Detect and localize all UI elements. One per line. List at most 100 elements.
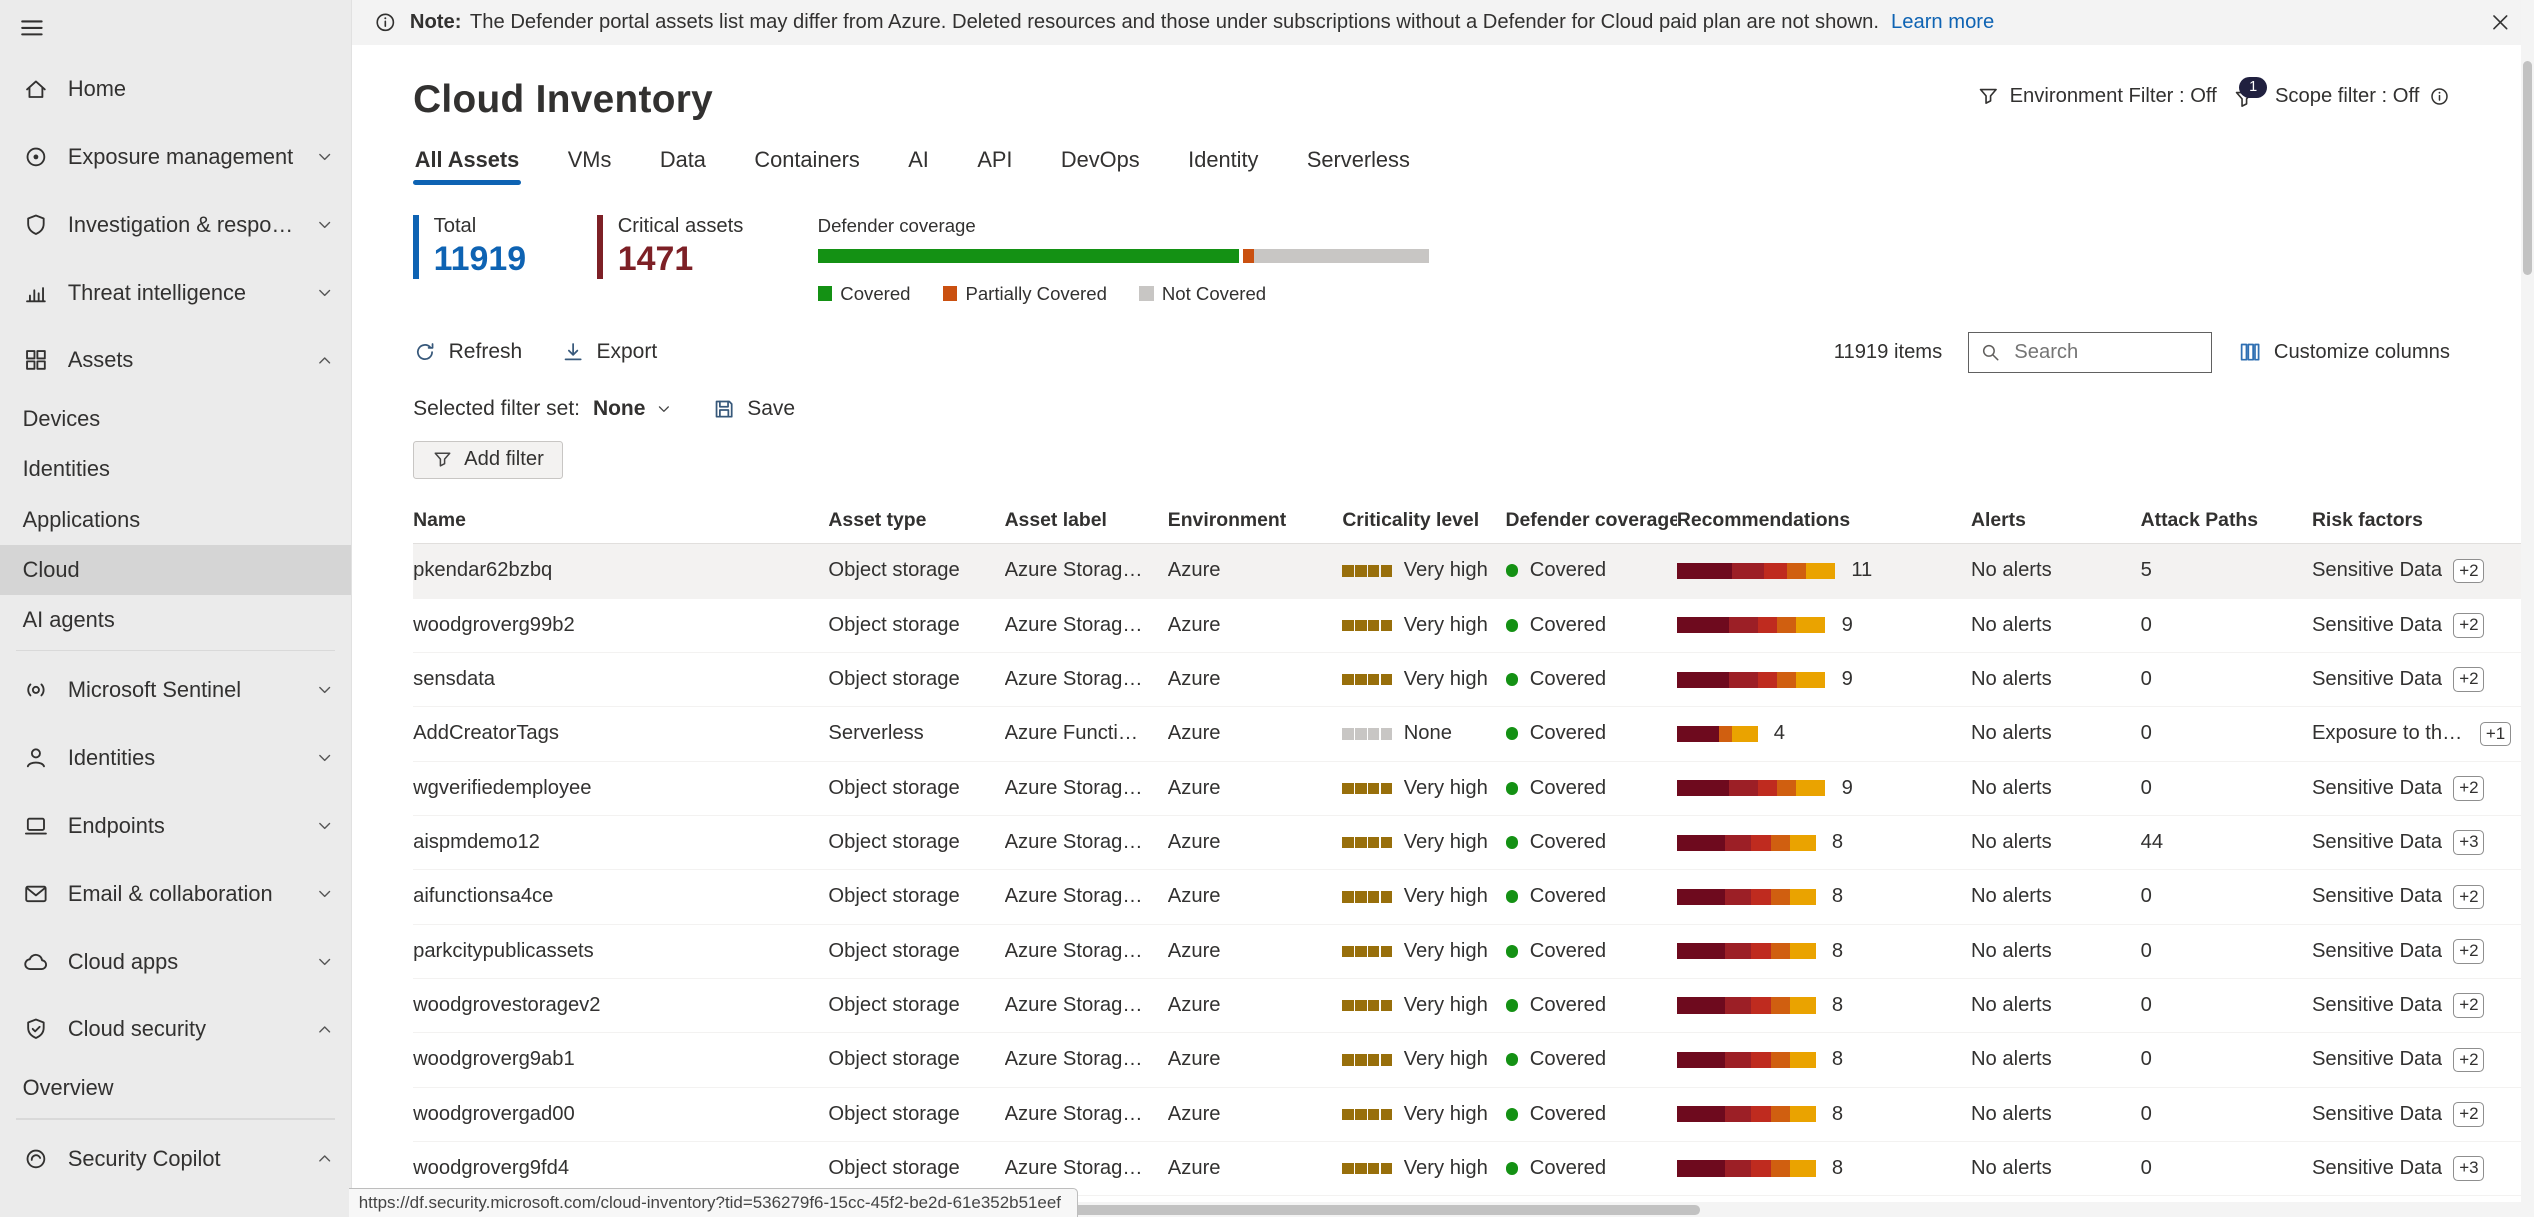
asset-name[interactable]: aispmdemo12 (413, 831, 540, 854)
sidebar-item-exposure-management[interactable]: Exposure management (0, 123, 351, 191)
vertical-scrollbar[interactable] (2521, 0, 2534, 1217)
sidebar-item-threat-intelligence[interactable]: Threat intelligence (0, 259, 351, 327)
asset-name[interactable]: aifunctionsa4ce (413, 885, 553, 908)
export-button[interactable]: Export (561, 340, 657, 364)
table-row[interactable]: woodgrovestoragev2Object storageAzure St… (413, 979, 2534, 1033)
cell-alerts: No alerts (1971, 994, 2141, 1017)
refresh-button[interactable]: Refresh (413, 340, 522, 364)
recommendations-segment (1790, 943, 1816, 959)
sidebar-item-security-copilot[interactable]: Security Copilot (0, 1125, 351, 1193)
sidebar-subitem-applications[interactable]: Applications (0, 495, 351, 545)
sidebar-item-cloud-security[interactable]: Cloud security (0, 995, 351, 1063)
risk_factors-badge[interactable]: +2 (2453, 939, 2484, 964)
menu-toggle[interactable] (0, 0, 351, 55)
tab-devops[interactable]: DevOps (1059, 141, 1141, 190)
scope-filter-button[interactable]: Scope filter : Off (2275, 85, 2450, 108)
table-row[interactable]: aispmdemo12Object storageAzure Storage a… (413, 816, 2534, 870)
cell-risk_factors: Sensitive Data+2 (2312, 885, 2534, 910)
export-label: Export (597, 340, 658, 364)
column-header-asset_label[interactable]: Asset label (1005, 509, 1168, 532)
asset-name[interactable]: sensdata (413, 668, 495, 691)
sidebar-item-cloud-apps[interactable]: Cloud apps (0, 928, 351, 996)
cell-alerts: No alerts (1971, 668, 2141, 691)
sidebar-item-investigation-response[interactable]: Investigation & response (0, 191, 351, 259)
sidebar-item-assets[interactable]: Assets (0, 326, 351, 394)
table-row[interactable]: woodgroverg9ab1Object storageAzure Stora… (413, 1033, 2534, 1087)
recommendations-count: 9 (1842, 777, 1853, 800)
risk_factors-badge[interactable]: +3 (2453, 830, 2484, 855)
column-header-coverage[interactable]: Defender coverage (1506, 509, 1677, 532)
tab-data[interactable]: Data (658, 141, 707, 190)
table-row[interactable]: pkendar62bzbqObject storageAzure Storage… (413, 544, 2534, 598)
table-row[interactable]: parkcitypublicassetsObject storageAzure … (413, 925, 2534, 979)
criticality-square (1355, 1163, 1366, 1174)
risk_factors-badge[interactable]: +3 (2453, 1156, 2484, 1181)
sidebar-item-microsoft-sentinel[interactable]: Microsoft Sentinel (0, 656, 351, 724)
asset-name[interactable]: woodgroverg99b2 (413, 614, 575, 637)
asset-name[interactable]: parkcitypublicassets (413, 940, 594, 963)
vertical-scroll-thumb[interactable] (2523, 61, 2533, 274)
risk_factors-badge[interactable]: +1 (2480, 722, 2511, 747)
tab-api[interactable]: API (976, 141, 1014, 190)
column-header-asset_type[interactable]: Asset type (828, 509, 1004, 532)
risk_factors-badge[interactable]: +2 (2453, 1048, 2484, 1073)
table-row[interactable]: woodgrovergad00Object storageAzure Stora… (413, 1088, 2534, 1142)
tab-vms[interactable]: VMs (566, 141, 613, 190)
add-filter-button[interactable]: Add filter (413, 441, 563, 479)
sidebar-subitem-devices[interactable]: Devices (0, 394, 351, 444)
column-header-attack_paths[interactable]: Attack Paths (2141, 509, 2312, 532)
asset-name[interactable]: woodgrovergad00 (413, 1103, 575, 1126)
customize-columns-button[interactable]: Customize columns (2238, 340, 2450, 364)
filter-set-dropdown[interactable]: None (593, 397, 673, 421)
table-row[interactable]: sensdataObject storageAzure Storage acco… (413, 653, 2534, 707)
sidebar-subitem-cloud[interactable]: Cloud (0, 545, 351, 595)
sidebar-subitem-ai-agents[interactable]: AI agents (0, 595, 351, 645)
risk_factors-badge[interactable]: +2 (2453, 993, 2484, 1018)
table-row[interactable]: AddCreatorTagsServerlessAzure Function A… (413, 707, 2534, 761)
close-icon[interactable] (2489, 11, 2512, 34)
column-header-recommendations[interactable]: Recommendations (1677, 509, 1971, 532)
attack_paths-value: 0 (2141, 940, 2152, 963)
recommendations-count: 8 (1832, 940, 1843, 963)
save-button[interactable]: Save (712, 397, 795, 421)
tab-serverless[interactable]: Serverless (1305, 141, 1411, 190)
asset-name[interactable]: woodgrovestoragev2 (413, 994, 600, 1017)
home-icon (23, 76, 49, 102)
column-header-environment[interactable]: Environment (1168, 509, 1343, 532)
filter-badge-button[interactable]: 1 (2233, 83, 2259, 109)
asset-name[interactable]: wgverifiedemployee (413, 777, 591, 800)
table-row[interactable]: wgverifiedemployeeObject storageAzure St… (413, 762, 2534, 816)
asset-name[interactable]: AddCreatorTags (413, 722, 559, 745)
table-row[interactable]: woodgroverg99b2Object storageAzure Stora… (413, 599, 2534, 653)
column-header-risk_factors[interactable]: Risk factors (2312, 509, 2534, 532)
risk_factors-badge[interactable]: +2 (2453, 885, 2484, 910)
cell-coverage: Covered (1506, 994, 1677, 1017)
search-input[interactable] (2011, 339, 2200, 365)
sidebar-item-home[interactable]: Home (0, 55, 351, 123)
recommendations-segment (1677, 563, 1732, 579)
column-header-alerts[interactable]: Alerts (1971, 509, 2141, 532)
sidebar-subitem-overview[interactable]: Overview (0, 1063, 351, 1113)
tab-all-assets[interactable]: All Assets (413, 141, 521, 190)
environment-filter-button[interactable]: Environment Filter : Off (1977, 85, 2217, 108)
learn-more-link[interactable]: Learn more (1891, 11, 1994, 33)
cell-name: AddCreatorTags (413, 722, 828, 745)
asset-name[interactable]: pkendar62bzbq (413, 559, 552, 582)
column-header-criticality[interactable]: Criticality level (1342, 509, 1505, 532)
risk_factors-badge[interactable]: +2 (2453, 667, 2484, 692)
asset-name[interactable]: woodgroverg9fd4 (413, 1157, 569, 1180)
tab-ai[interactable]: AI (907, 141, 931, 190)
table-row[interactable]: aifunctionsa4ceObject storageAzure Stora… (413, 870, 2534, 924)
sidebar-item-identities[interactable]: Identities (0, 724, 351, 792)
asset-name[interactable]: woodgroverg9ab1 (413, 1048, 575, 1071)
risk_factors-badge[interactable]: +2 (2453, 776, 2484, 801)
tab-identity[interactable]: Identity (1187, 141, 1261, 190)
sidebar-item-email-collaboration[interactable]: Email & collaboration (0, 860, 351, 928)
column-header-name[interactable]: Name (413, 509, 828, 532)
tab-containers[interactable]: Containers (753, 141, 862, 190)
risk_factors-badge[interactable]: +2 (2453, 613, 2484, 638)
sidebar-subitem-identities[interactable]: Identities (0, 444, 351, 494)
sidebar-item-endpoints[interactable]: Endpoints (0, 792, 351, 860)
risk_factors-badge[interactable]: +2 (2453, 559, 2484, 584)
risk_factors-badge[interactable]: +2 (2453, 1102, 2484, 1127)
